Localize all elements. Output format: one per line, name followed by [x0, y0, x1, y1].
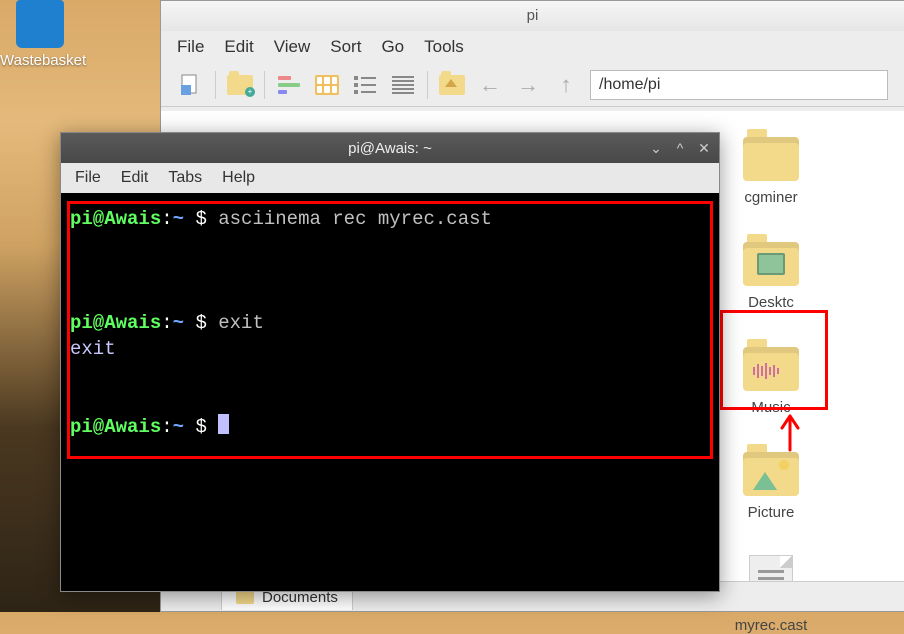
- item-label: myrec.cast: [731, 617, 811, 634]
- item-label: Picture: [731, 504, 811, 521]
- fm-menu-sort[interactable]: Sort: [330, 37, 361, 57]
- forward-button[interactable]: →: [514, 71, 542, 99]
- term-menu-tabs[interactable]: Tabs: [168, 169, 202, 187]
- view-compact-button[interactable]: [389, 71, 417, 99]
- back-button[interactable]: ←: [476, 71, 504, 99]
- trash-icon: [16, 0, 64, 48]
- new-file-button[interactable]: [177, 71, 205, 99]
- toolbar-separator: [427, 71, 428, 99]
- fm-toolbar: + ← → ↑: [161, 63, 904, 107]
- desktop-icon-wastebasket[interactable]: Wastebasket: [0, 0, 80, 70]
- desktop-icon-label: Wastebasket: [0, 52, 86, 69]
- close-button[interactable]: ✕: [695, 139, 713, 157]
- fm-menu-view[interactable]: View: [274, 37, 311, 57]
- home-button[interactable]: [438, 71, 466, 99]
- maximize-button[interactable]: ^: [671, 139, 689, 157]
- fm-title: pi: [161, 1, 904, 31]
- folder-desktop[interactable]: Desktc: [731, 236, 811, 311]
- annotation-arrow-icon: [778, 414, 802, 459]
- terminal-window: pi@Awais: ~ ⌄ ^ ✕ File Edit Tabs Help pi…: [60, 132, 720, 592]
- terminal-menu-bar: File Edit Tabs Help: [61, 163, 719, 193]
- terminal-titlebar[interactable]: pi@Awais: ~ ⌄ ^ ✕: [61, 133, 719, 163]
- folder-icon: [743, 137, 799, 181]
- properties-button[interactable]: [275, 71, 303, 99]
- toolbar-separator: [264, 71, 265, 99]
- folder-icon: [743, 242, 799, 286]
- fm-menu-tools[interactable]: Tools: [424, 37, 464, 57]
- view-icons-button[interactable]: [313, 71, 341, 99]
- terminal-body[interactable]: pi@Awais:~ $ asciinema rec myrec.castpi@…: [61, 193, 719, 591]
- fm-menu-file[interactable]: File: [177, 37, 204, 57]
- new-folder-button[interactable]: +: [226, 71, 254, 99]
- folder-cgminer[interactable]: cgminer: [731, 131, 811, 206]
- path-input[interactable]: [590, 70, 888, 100]
- term-menu-help[interactable]: Help: [222, 169, 255, 187]
- minimize-button[interactable]: ⌄: [647, 139, 665, 157]
- item-label: Desktc: [731, 294, 811, 311]
- toolbar-separator: [215, 71, 216, 99]
- view-list-button[interactable]: [351, 71, 379, 99]
- folder-icon: [236, 590, 254, 604]
- up-button[interactable]: ↑: [552, 71, 580, 99]
- fm-menu-edit[interactable]: Edit: [224, 37, 253, 57]
- fm-menu-bar: File Edit View Sort Go Tools: [161, 31, 904, 63]
- terminal-title: pi@Awais: ~: [61, 140, 719, 157]
- term-menu-edit[interactable]: Edit: [121, 169, 149, 187]
- term-menu-file[interactable]: File: [75, 169, 101, 187]
- annotation-terminal-highlight: pi@Awais:~ $ asciinema rec myrec.castpi@…: [67, 201, 713, 459]
- item-label: cgminer: [731, 189, 811, 206]
- annotation-highlight-box: [720, 310, 828, 410]
- fm-menu-go[interactable]: Go: [381, 37, 404, 57]
